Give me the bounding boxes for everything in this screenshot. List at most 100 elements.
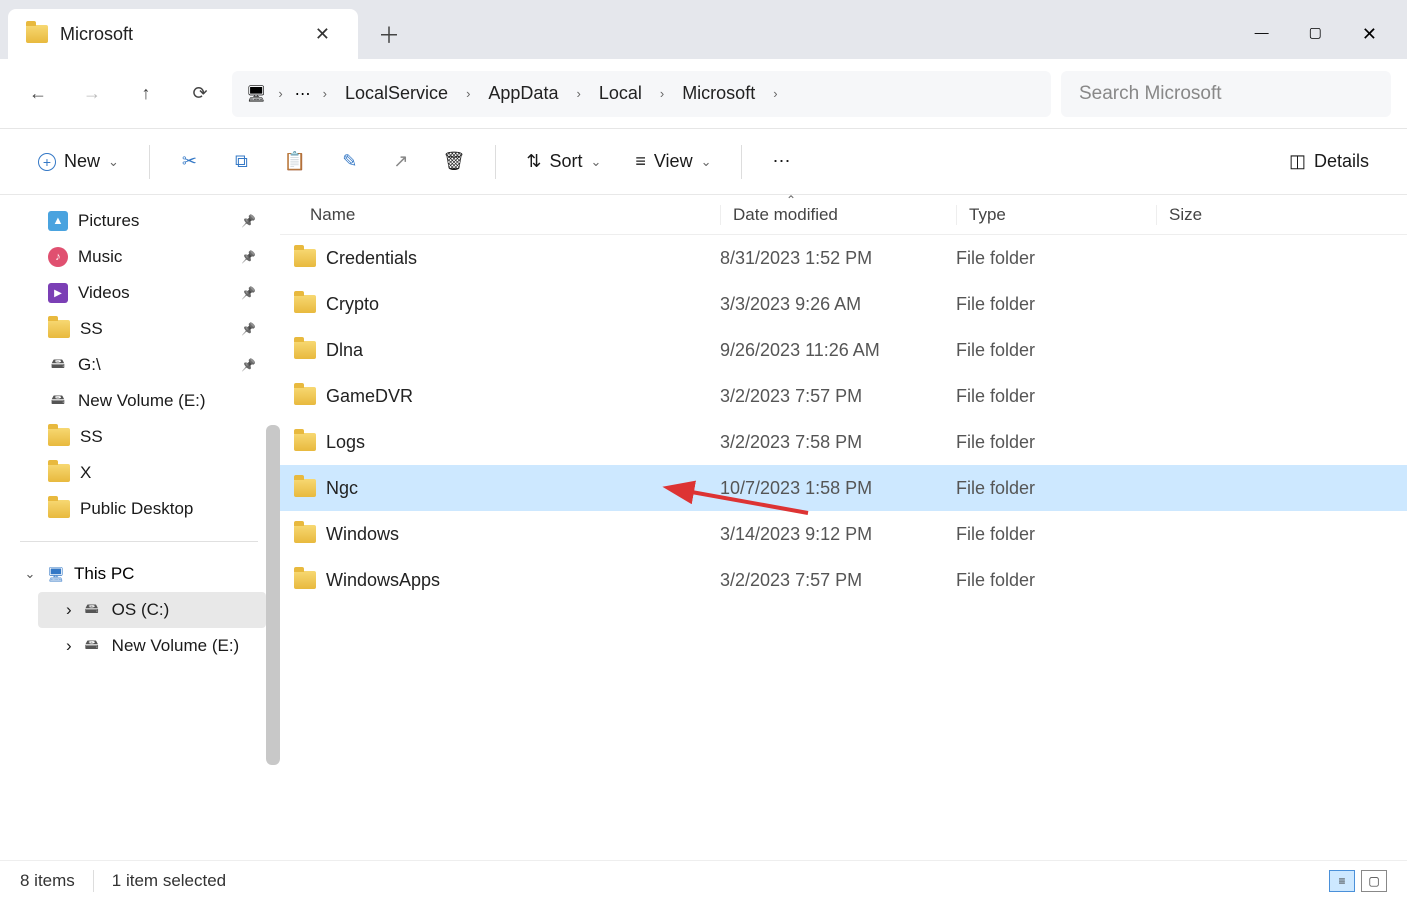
delete-button[interactable]: 🗑 [430,143,477,180]
sidebar-item-label: Public Desktop [80,499,193,519]
chevron-right-icon[interactable]: › [773,86,777,101]
sidebar-item-g-[interactable]: 🖴G:\ [12,347,266,383]
overflow-icon[interactable]: ⋯ [295,84,311,104]
column-type[interactable]: Type [956,205,1156,225]
file-type: File folder [956,570,1156,591]
new-button[interactable]: + New ⌄ [26,143,131,180]
drive-icon: 🖴 [82,636,102,656]
chevron-right-icon[interactable]: › [660,86,664,101]
file-row[interactable]: Credentials8/31/2023 1:52 PMFile folder [280,235,1407,281]
sidebar-item-label: SS [80,319,103,339]
column-name[interactable]: Name [310,205,720,225]
details-view-button[interactable]: ≡ [1329,870,1355,892]
window-tab[interactable]: Microsoft ✕ [8,9,358,59]
folder-icon [294,571,316,589]
file-row[interactable]: Dlna9/26/2023 11:26 AMFile folder [280,327,1407,373]
column-date[interactable]: Date modified [720,205,956,225]
file-type: File folder [956,386,1156,407]
close-window-button[interactable]: ✕ [1362,24,1377,45]
file-name: Logs [326,432,365,453]
rename-button[interactable]: ✎ [328,143,371,180]
file-name: WindowsApps [326,570,440,591]
file-type: File folder [956,340,1156,361]
sidebar-item-ss[interactable]: SS [12,419,266,455]
toolbar: + New ⌄ ✂ ⧉ 📋 ✎ ↗ 🗑 ⇅ Sort ⌄ ≡ View ⌄ ⋯ … [0,129,1407,195]
file-row[interactable]: Windows3/14/2023 9:12 PMFile folder [280,511,1407,557]
sidebar-item-label: OS (C:) [112,600,170,620]
sidebar-item-pictures[interactable]: ▲Pictures [12,203,266,239]
icons-view-button[interactable]: ▢ [1361,870,1387,892]
file-row[interactable]: Logs3/2/2023 7:58 PMFile folder [280,419,1407,465]
folder-icon [48,320,70,338]
folder-icon [294,249,316,267]
folder-icon [294,433,316,451]
view-icon: ≡ [635,151,646,172]
plus-circle-icon: + [38,153,56,171]
sidebar-item-label: X [80,463,91,483]
sidebar-drive-os-c-[interactable]: ›🖴OS (C:) [38,592,266,628]
chevron-right-icon[interactable]: › [323,86,327,101]
sidebar-item-x[interactable]: X [12,455,266,491]
refresh-button[interactable]: ⟳ [178,72,222,116]
maximize-button[interactable]: ▢ [1309,24,1322,45]
chevron-right-icon[interactable]: › [466,86,470,101]
file-name: Crypto [326,294,379,315]
chevron-right-icon[interactable]: › [576,86,580,101]
back-button[interactable]: ← [16,72,60,116]
share-button[interactable]: ↗ [381,143,420,180]
file-date: 8/31/2023 1:52 PM [720,248,956,269]
file-date: 3/3/2023 9:26 AM [720,294,956,315]
file-date: 3/2/2023 7:58 PM [720,432,956,453]
chevron-right-icon[interactable]: › [278,86,282,101]
this-pc-group[interactable]: ⌄ 🖥 This PC [12,556,266,592]
folder-icon [48,464,70,482]
scrollbar[interactable] [266,425,280,765]
view-button[interactable]: ≡ View ⌄ [623,143,723,180]
more-button[interactable]: ⋯ [760,143,802,180]
drive-icon: 🖴 [48,391,68,411]
sidebar-item-ss[interactable]: SS [12,311,266,347]
sidebar-item-public-desktop[interactable]: Public Desktop [12,491,266,527]
file-name: Credentials [326,248,417,269]
file-row[interactable]: Ngc10/7/2023 1:58 PMFile folder [280,465,1407,511]
sidebar-item-new-volume-e-[interactable]: 🖴New Volume (E:) [12,383,266,419]
search-input[interactable]: Search Microsoft [1061,71,1391,117]
file-row[interactable]: Crypto3/3/2023 9:26 AMFile folder [280,281,1407,327]
folder-icon [294,525,316,543]
breadcrumb-bar[interactable]: 🖥 › ⋯ › LocalService › AppData › Local ›… [232,71,1051,117]
selection-count: 1 item selected [112,871,226,891]
folder-icon [48,500,70,518]
file-name: Dlna [326,340,363,361]
close-tab-icon[interactable]: ✕ [307,20,338,49]
file-row[interactable]: GameDVR3/2/2023 7:57 PMFile folder [280,373,1407,419]
sidebar-item-label: Pictures [78,211,139,231]
forward-button[interactable]: → [70,72,114,116]
minimize-button[interactable]: — [1255,24,1269,45]
copy-button[interactable]: ⧉ [221,143,262,180]
folder-icon [294,295,316,313]
file-row[interactable]: WindowsApps3/2/2023 7:57 PMFile folder [280,557,1407,603]
music-icon: ♪ [48,247,68,267]
status-bar: 8 items 1 item selected ≡ ▢ [0,860,1407,900]
up-button[interactable]: ↑ [124,72,168,116]
cut-button[interactable]: ✂ [168,143,211,180]
details-icon: ◫ [1289,151,1306,172]
sidebar-item-label: SS [80,427,103,447]
title-bar: Microsoft ✕ ＋ — ▢ ✕ [0,0,1407,59]
crumb-localservice[interactable]: LocalService [339,79,454,108]
crumb-microsoft[interactable]: Microsoft [676,79,761,108]
crumb-appdata[interactable]: AppData [482,79,564,108]
paste-button[interactable]: 📋 [272,143,318,180]
crumb-local[interactable]: Local [593,79,648,108]
column-size[interactable]: Size [1156,205,1407,225]
sidebar-drive-new-volume-e-[interactable]: ›🖴New Volume (E:) [38,628,266,664]
sort-button[interactable]: ⇅ Sort ⌄ [514,143,613,180]
new-tab-button[interactable]: ＋ [358,9,420,59]
sidebar-item-music[interactable]: ♪Music [12,239,266,275]
folder-icon [294,341,316,359]
folder-icon [48,428,70,446]
chevron-down-icon: ⌄ [701,154,712,170]
details-pane-button[interactable]: ◫ Details [1277,143,1381,180]
sidebar-item-videos[interactable]: ▶Videos [12,275,266,311]
chevron-right-icon: › [66,600,72,620]
